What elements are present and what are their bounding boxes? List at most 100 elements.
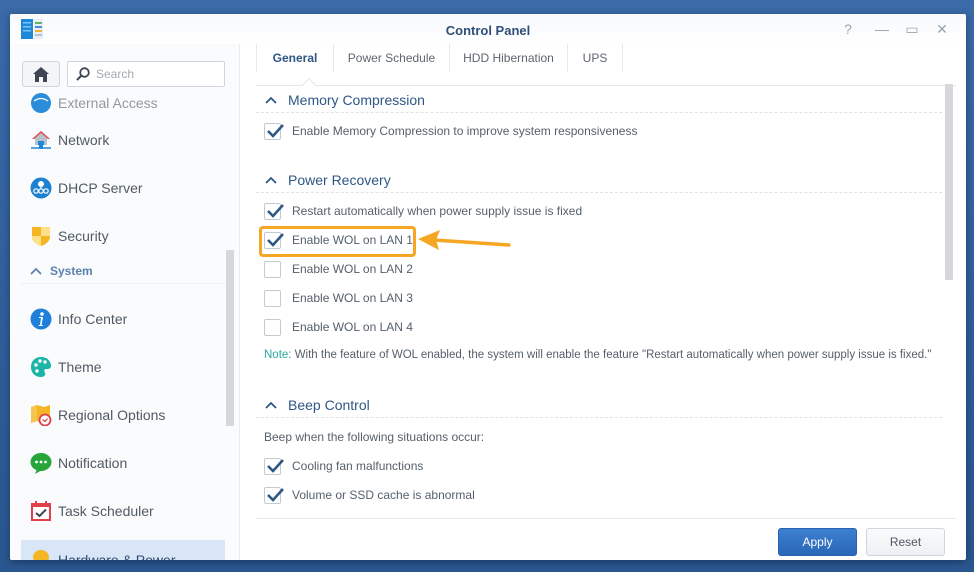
network-house-icon bbox=[30, 129, 52, 151]
map-clock-icon bbox=[30, 404, 52, 426]
annotation-arrow-icon bbox=[418, 230, 511, 250]
dhcp-icon bbox=[30, 177, 52, 199]
chevron-up-icon bbox=[30, 267, 42, 275]
sidebar-scrollbar[interactable] bbox=[226, 250, 234, 426]
sidebar-item-label: Task Scheduler bbox=[58, 503, 154, 519]
help-icon: ? bbox=[844, 21, 852, 37]
sidebar-item-label: External Access bbox=[58, 95, 158, 111]
home-icon bbox=[33, 66, 49, 82]
tab-ups[interactable]: UPS bbox=[568, 44, 623, 72]
section-title: Power Recovery bbox=[288, 171, 391, 188]
globe-icon bbox=[31, 93, 51, 113]
checkmark-icon bbox=[267, 203, 284, 218]
section-memory-compression-header[interactable]: Memory Compression bbox=[256, 87, 942, 113]
close-icon: ✕ bbox=[936, 21, 948, 37]
option-wol-lan-2[interactable]: Enable WOL on LAN 2 bbox=[264, 259, 413, 279]
tab-label: UPS bbox=[582, 51, 608, 65]
option-memory-compression[interactable]: Enable Memory Compression to improve sys… bbox=[264, 121, 637, 141]
note-text: With the feature of WOL enabled, the sys… bbox=[291, 349, 932, 361]
option-wol-lan-3[interactable]: Enable WOL on LAN 3 bbox=[264, 288, 413, 308]
sidebar-group-system[interactable]: System bbox=[21, 258, 225, 284]
section-title: Memory Compression bbox=[288, 91, 425, 108]
sidebar-item-label: Notification bbox=[58, 455, 128, 471]
home-button[interactable] bbox=[22, 61, 60, 87]
option-label: Enable WOL on LAN 2 bbox=[292, 262, 413, 276]
sidebar-item-theme[interactable]: Theme bbox=[21, 347, 225, 387]
palette-icon bbox=[30, 356, 52, 378]
option-cooling-fan[interactable]: Cooling fan malfunctions bbox=[264, 456, 423, 476]
tab-power-schedule[interactable]: Power Schedule bbox=[334, 44, 450, 72]
tab-label: General bbox=[272, 51, 318, 65]
sidebar-item-label: Regional Options bbox=[58, 407, 166, 423]
search-icon bbox=[76, 67, 90, 81]
sidebar-item-label: DHCP Server bbox=[58, 180, 143, 196]
option-label: Enable WOL on LAN 4 bbox=[292, 320, 413, 334]
close-button[interactable]: ✕ bbox=[932, 20, 952, 38]
tab-label: HDD Hibernation bbox=[463, 51, 554, 65]
control-panel-window: Control Panel ? — ▭ ✕ Search External Ac… bbox=[10, 14, 966, 560]
section-beep-control-header[interactable]: Beep Control bbox=[256, 392, 942, 418]
chat-bubble-icon bbox=[30, 452, 52, 474]
sidebar-item-security[interactable]: Security bbox=[21, 216, 225, 256]
content-scrollbar[interactable] bbox=[945, 84, 953, 280]
section-power-recovery-header[interactable]: Power Recovery bbox=[256, 167, 942, 193]
reset-button[interactable]: Reset bbox=[866, 528, 945, 556]
checkmark-icon bbox=[267, 458, 284, 473]
sidebar-item-label: Network bbox=[58, 132, 110, 148]
help-button[interactable]: ? bbox=[838, 20, 858, 38]
sidebar-item-hardware-power[interactable]: Hardware & Power bbox=[21, 540, 225, 560]
sidebar-item-notification[interactable]: Notification bbox=[21, 443, 225, 483]
section-title: Beep Control bbox=[288, 396, 370, 413]
sidebar-item-info-center[interactable]: Info Center bbox=[21, 299, 225, 339]
option-label: Enable WOL on LAN 1 bbox=[292, 233, 413, 247]
info-icon bbox=[30, 308, 52, 330]
search-field[interactable] bbox=[67, 61, 225, 87]
sidebar-item-dhcp-server[interactable]: DHCP Server bbox=[21, 168, 225, 208]
calendar-check-icon bbox=[30, 500, 52, 522]
search-input[interactable] bbox=[96, 67, 216, 81]
checkbox-unchecked[interactable] bbox=[264, 318, 281, 336]
chevron-up-icon bbox=[265, 96, 277, 104]
chevron-up-icon bbox=[265, 401, 277, 409]
sidebar-item-label: Theme bbox=[58, 359, 102, 375]
sidebar-group-label: System bbox=[50, 263, 93, 278]
checkbox-unchecked[interactable] bbox=[264, 260, 281, 278]
option-wol-lan-4[interactable]: Enable WOL on LAN 4 bbox=[264, 317, 413, 337]
sidebar-item-label: Info Center bbox=[58, 311, 128, 327]
tab-bar: General Power Schedule HDD Hibernation U… bbox=[256, 44, 956, 93]
sidebar-item-task-scheduler[interactable]: Task Scheduler bbox=[21, 491, 225, 531]
option-volume-ssd-cache[interactable]: Volume or SSD cache is abnormal bbox=[264, 485, 475, 505]
general-settings-panel: Memory Compression Enable Memory Compres… bbox=[256, 86, 956, 518]
checkbox-unchecked[interactable] bbox=[264, 289, 281, 307]
minimize-icon: — bbox=[875, 21, 889, 37]
checkmark-icon bbox=[267, 232, 284, 247]
shield-icon bbox=[30, 225, 52, 247]
option-wol-lan-1[interactable]: Enable WOL on LAN 1 bbox=[264, 230, 413, 250]
chevron-up-icon bbox=[265, 176, 277, 184]
tab-hdd-hibernation[interactable]: HDD Hibernation bbox=[450, 44, 568, 72]
sidebar-item-network[interactable]: Network bbox=[21, 120, 225, 160]
checkbox-checked[interactable] bbox=[264, 231, 284, 249]
checkbox-checked[interactable] bbox=[264, 486, 284, 504]
title-bar[interactable]: Control Panel ? — ▭ ✕ bbox=[10, 14, 966, 44]
sidebar-item-regional-options[interactable]: Regional Options bbox=[21, 395, 225, 435]
checkbox-checked[interactable] bbox=[264, 457, 284, 475]
maximize-icon: ▭ bbox=[905, 21, 919, 37]
checkmark-icon bbox=[267, 123, 284, 138]
checkbox-checked[interactable] bbox=[264, 202, 284, 220]
sidebar-item-label: Security bbox=[58, 228, 109, 244]
lightbulb-icon bbox=[30, 549, 52, 560]
tab-general[interactable]: General bbox=[256, 44, 334, 72]
maximize-button[interactable]: ▭ bbox=[902, 20, 922, 38]
tab-label: Power Schedule bbox=[347, 51, 436, 65]
beep-description: Beep when the following situations occur… bbox=[264, 430, 485, 444]
wol-note: Note: With the feature of WOL enabled, t… bbox=[264, 349, 931, 361]
window-title: Control Panel bbox=[445, 23, 531, 38]
option-restart-automatically[interactable]: Restart automatically when power supply … bbox=[264, 201, 582, 221]
footer-bar: Apply Reset bbox=[256, 518, 956, 560]
sidebar-item-external-access[interactable]: External Access bbox=[30, 92, 158, 114]
option-label: Restart automatically when power supply … bbox=[292, 204, 583, 218]
minimize-button[interactable]: — bbox=[872, 20, 892, 38]
apply-button[interactable]: Apply bbox=[778, 528, 857, 556]
checkbox-checked[interactable] bbox=[264, 122, 284, 140]
